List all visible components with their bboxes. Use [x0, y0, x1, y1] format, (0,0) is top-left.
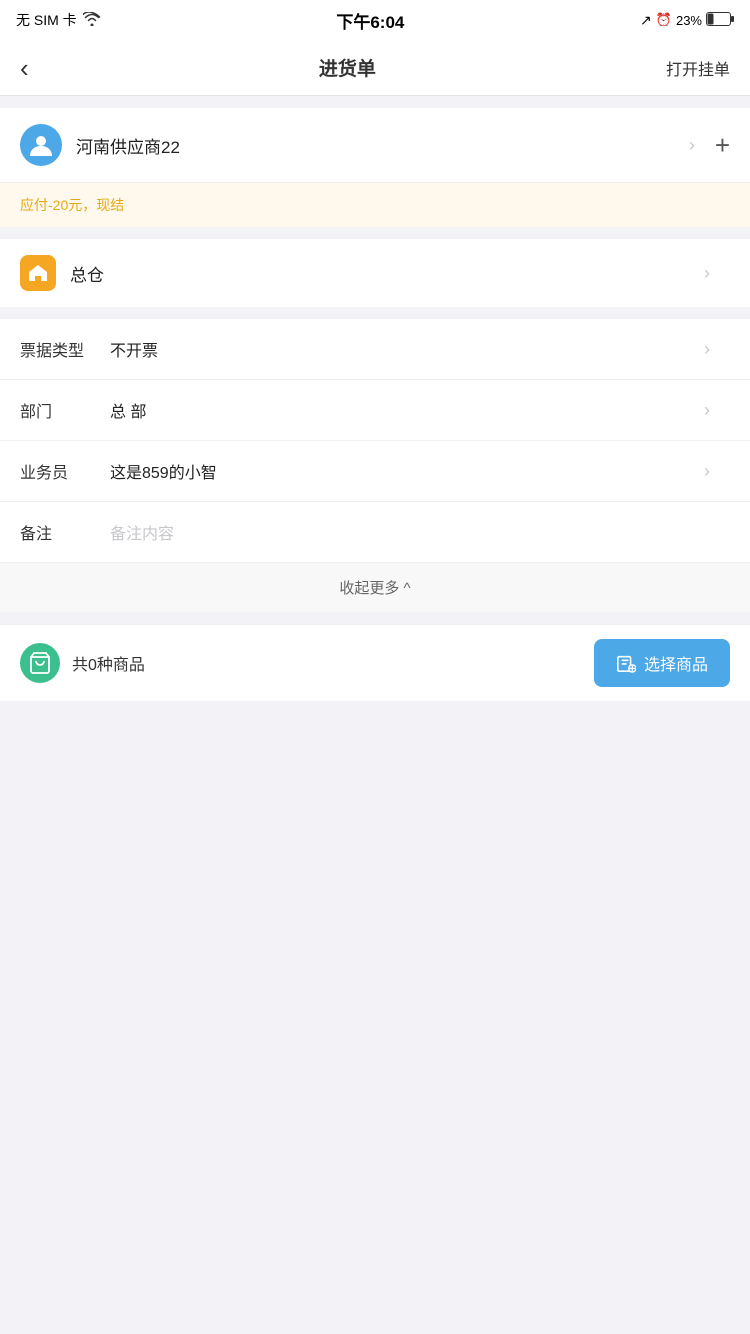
invoice-type-label: 票据类型: [20, 337, 110, 361]
location-icon: ↗: [640, 12, 652, 29]
section-gap-2: [0, 227, 750, 239]
warehouse-chevron-icon: ›: [704, 263, 710, 284]
carrier-label: 无 SIM 卡: [16, 10, 77, 30]
supplier-section: 河南供应商22 › + 应付-20元，现结: [0, 108, 750, 227]
department-chevron-icon: ›: [704, 400, 710, 421]
section-gap-3: [0, 307, 750, 319]
supplier-name: 河南供应商22: [76, 133, 689, 158]
battery-label: 23%: [676, 13, 702, 28]
alarm-icon: ⏰: [656, 12, 672, 28]
warehouse-name: 总仓: [70, 261, 704, 286]
form-row-invoice-type[interactable]: 票据类型 不开票 ›: [0, 319, 750, 379]
form-row-salesperson[interactable]: 业务员 这是859的小智 ›: [0, 440, 750, 501]
department-value: 总 部: [110, 398, 704, 422]
status-bar-time: 下午6:04: [336, 8, 404, 33]
battery-icon: [706, 12, 734, 29]
warehouse-icon: [20, 255, 56, 291]
warehouse-row[interactable]: 总仓 ›: [0, 239, 750, 307]
section-gap-1: [0, 96, 750, 108]
form-row-remark[interactable]: 备注 备注内容: [0, 501, 750, 562]
supplier-avatar: [20, 124, 62, 166]
wifi-icon: [83, 12, 101, 29]
nav-bar: ‹ 进货单 打开挂单: [0, 40, 750, 96]
remark-placeholder: 备注内容: [110, 520, 730, 544]
supplier-chevron-icon: ›: [689, 135, 695, 156]
collapse-row[interactable]: 收起更多 ^: [0, 562, 750, 612]
remark-label: 备注: [20, 520, 110, 544]
form-row-department[interactable]: 部门 总 部 ›: [0, 379, 750, 440]
form-section: 票据类型 不开票 › 部门 总 部 › 业务员 这是859的小智 › 备注 备注…: [0, 319, 750, 612]
department-label: 部门: [20, 398, 110, 422]
status-bar-right: ↗ ⏰ 23%: [640, 12, 734, 29]
warehouse-section: 总仓 ›: [0, 239, 750, 307]
bottom-bar: 共0种商品 选择商品: [0, 624, 750, 701]
open-pending-button[interactable]: 打开挂单: [666, 56, 730, 80]
salesperson-chevron-icon: ›: [704, 461, 710, 482]
salesperson-label: 业务员: [20, 459, 110, 483]
back-button[interactable]: ‹: [20, 55, 29, 81]
supplier-row[interactable]: 河南供应商22 › +: [0, 108, 750, 183]
select-product-label: 选择商品: [644, 651, 708, 675]
notice-bar: 应付-20元，现结: [0, 183, 750, 227]
select-product-button[interactable]: 选择商品: [594, 639, 730, 687]
product-icon: [20, 643, 60, 683]
notice-text: 应付-20元，现结: [20, 197, 124, 213]
add-supplier-button[interactable]: +: [715, 130, 730, 161]
status-bar: 无 SIM 卡 下午6:04 ↗ ⏰ 23%: [0, 0, 750, 40]
collapse-label[interactable]: 收起更多 ^: [339, 580, 410, 597]
salesperson-value: 这是859的小智: [110, 459, 704, 483]
invoice-type-value: 不开票: [110, 337, 704, 361]
page-title: 进货单: [319, 54, 376, 81]
status-bar-left: 无 SIM 卡: [16, 10, 101, 30]
invoice-type-chevron-icon: ›: [704, 339, 710, 360]
product-count-label: 共0种商品: [72, 651, 594, 675]
